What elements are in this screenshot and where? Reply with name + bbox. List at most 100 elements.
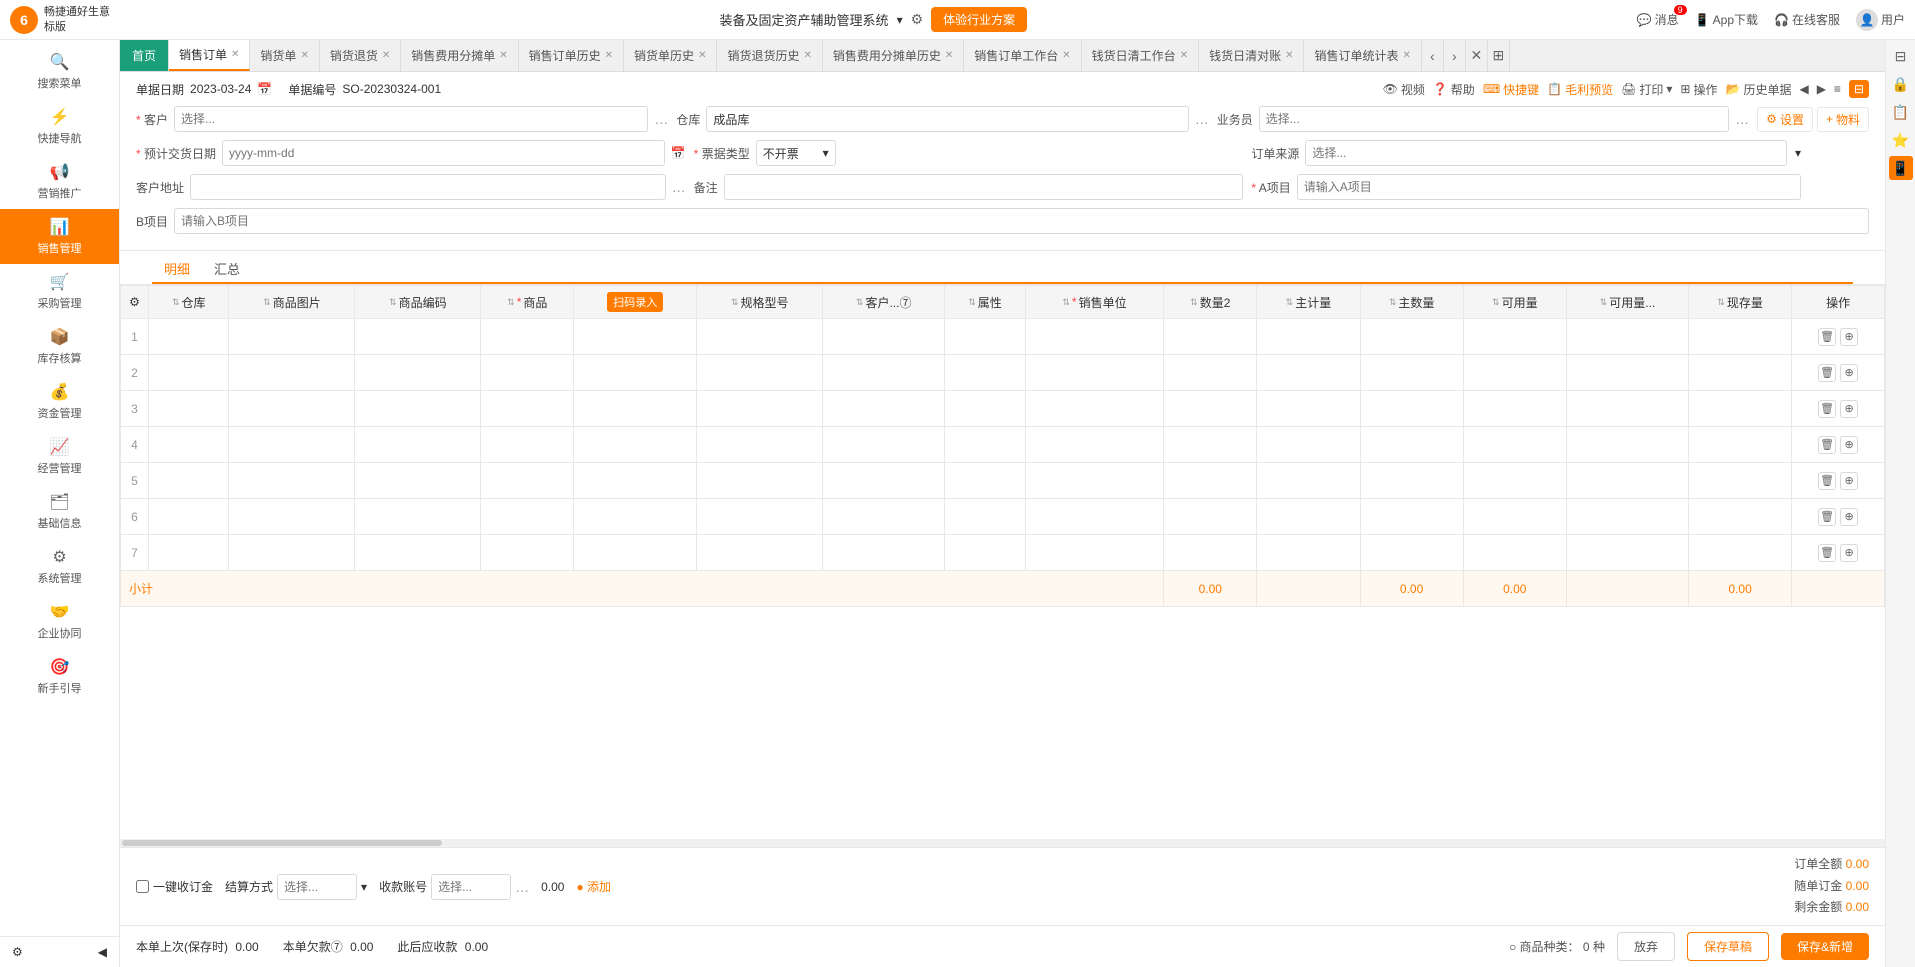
row4-name[interactable] bbox=[481, 427, 574, 463]
row6-scan[interactable] bbox=[574, 499, 697, 535]
row7-munit[interactable] bbox=[1257, 535, 1360, 571]
th-main-unit[interactable]: ⇅ 主计量 bbox=[1257, 286, 1360, 319]
right-icon-4[interactable]: ⭐ bbox=[1889, 128, 1913, 152]
row4-scan[interactable] bbox=[574, 427, 697, 463]
calendar-icon[interactable]: 📅 bbox=[257, 82, 272, 96]
tab-close-daily-workbench[interactable]: ✕ bbox=[1180, 50, 1188, 61]
scan-btn[interactable]: 扫码录入 bbox=[607, 292, 663, 312]
row3-mqty[interactable] bbox=[1360, 391, 1463, 427]
sidebar-item-basic[interactable]: 🗂 基础信息 bbox=[0, 484, 119, 539]
row1-code[interactable] bbox=[355, 319, 481, 355]
row3-munit[interactable] bbox=[1257, 391, 1360, 427]
customer-dots[interactable]: … bbox=[654, 111, 668, 127]
th-settings[interactable]: ⚙ bbox=[121, 286, 149, 319]
history-btn[interactable]: 📂 历史单据 bbox=[1725, 81, 1791, 98]
row4-spec[interactable] bbox=[697, 427, 823, 463]
row6-spec[interactable] bbox=[697, 499, 823, 535]
row6-munit[interactable] bbox=[1257, 499, 1360, 535]
th-code[interactable]: ⇅ 商品编码 bbox=[355, 286, 481, 319]
account-dots[interactable]: … bbox=[515, 879, 529, 895]
tab-close-order-history[interactable]: ✕ bbox=[605, 50, 613, 61]
th-stock[interactable]: ⇅ 现存量 bbox=[1688, 286, 1791, 319]
row6-code[interactable] bbox=[355, 499, 481, 535]
row5-scan[interactable] bbox=[574, 463, 697, 499]
row3-spec[interactable] bbox=[697, 391, 823, 427]
row7-avail[interactable] bbox=[1463, 535, 1566, 571]
tab-close-expense-history[interactable]: ✕ bbox=[945, 50, 953, 61]
th-image[interactable]: ⇅ 商品图片 bbox=[229, 286, 355, 319]
tab-next-btn[interactable]: › bbox=[1444, 40, 1466, 71]
ops-btn[interactable]: ⊞ 操作 bbox=[1680, 81, 1717, 98]
row4-attr[interactable] bbox=[945, 427, 1025, 463]
row7-qty2[interactable] bbox=[1164, 535, 1257, 571]
row1-stock[interactable] bbox=[1688, 319, 1791, 355]
b-project-input[interactable] bbox=[174, 208, 1869, 234]
tab-expense-history[interactable]: 销售费用分摊单历史 ✕ bbox=[823, 40, 964, 71]
row3-ccode[interactable] bbox=[823, 391, 945, 427]
row5-munit[interactable] bbox=[1257, 463, 1360, 499]
a-project-input[interactable] bbox=[1297, 174, 1801, 200]
row6-image[interactable] bbox=[229, 499, 355, 535]
row3-unit[interactable] bbox=[1025, 391, 1164, 427]
staff-dots[interactable]: … bbox=[1735, 111, 1749, 127]
row5-unit[interactable] bbox=[1025, 463, 1164, 499]
sidebar-item-inventory[interactable]: 📦 库存核算 bbox=[0, 319, 119, 374]
print-dropdown-icon[interactable]: ▾ bbox=[1666, 82, 1672, 96]
row4-warehouse[interactable] bbox=[149, 427, 229, 463]
settings-gear-icon[interactable]: ⚙ bbox=[12, 945, 23, 959]
row7-copy-btn[interactable]: ⊕ bbox=[1840, 544, 1858, 562]
row2-warehouse[interactable] bbox=[149, 355, 229, 391]
row4-avail2[interactable] bbox=[1566, 427, 1688, 463]
sidebar-item-finance[interactable]: 💰 资金管理 bbox=[0, 374, 119, 429]
row7-image[interactable] bbox=[229, 535, 355, 571]
row5-mqty[interactable] bbox=[1360, 463, 1463, 499]
row4-delete-btn[interactable]: 🗑 bbox=[1818, 436, 1836, 454]
scrollbar-thumb[interactable] bbox=[122, 840, 442, 846]
tab-sales-order[interactable]: 销售订单 ✕ bbox=[169, 40, 250, 71]
tab-order-history[interactable]: 销售订单历史 ✕ bbox=[519, 40, 624, 71]
tab-sales-invoice[interactable]: 销货单 ✕ bbox=[250, 40, 319, 71]
tab-return[interactable]: 销货退货 ✕ bbox=[320, 40, 401, 71]
th-qty2[interactable]: ⇅ 数量2 bbox=[1164, 286, 1257, 319]
th-name[interactable]: ⇅ * 商品 bbox=[481, 286, 574, 319]
right-icon-5[interactable]: 📱 bbox=[1889, 156, 1913, 180]
tab-close-return-history[interactable]: ✕ bbox=[803, 50, 811, 61]
tab-daily-workbench[interactable]: 钱货日清工作台 ✕ bbox=[1082, 40, 1199, 71]
row7-code[interactable] bbox=[355, 535, 481, 571]
row1-munit[interactable] bbox=[1257, 319, 1360, 355]
row5-warehouse[interactable] bbox=[149, 463, 229, 499]
row6-copy-btn[interactable]: ⊕ bbox=[1840, 508, 1858, 526]
row3-warehouse[interactable] bbox=[149, 391, 229, 427]
row7-spec[interactable] bbox=[697, 535, 823, 571]
row4-avail[interactable] bbox=[1463, 427, 1566, 463]
th-available2[interactable]: ⇅ 可用量... bbox=[1566, 286, 1688, 319]
row7-warehouse[interactable] bbox=[149, 535, 229, 571]
invoice-type-select[interactable]: 不开票 ▾ bbox=[756, 140, 836, 166]
help-btn[interactable]: ❓ 帮助 bbox=[1433, 81, 1475, 98]
row2-munit[interactable] bbox=[1257, 355, 1360, 391]
row6-attr[interactable] bbox=[945, 499, 1025, 535]
right-icon-2[interactable]: 🔒 bbox=[1889, 72, 1913, 96]
row1-copy-btn[interactable]: ⊕ bbox=[1840, 328, 1858, 346]
sidebar-item-collaboration[interactable]: 🤝 企业协同 bbox=[0, 594, 119, 649]
row1-mqty[interactable] bbox=[1360, 319, 1463, 355]
row1-avail2[interactable] bbox=[1566, 319, 1688, 355]
row5-stock[interactable] bbox=[1688, 463, 1791, 499]
sidebar-item-nav[interactable]: ⚡ 快捷导航 bbox=[0, 99, 119, 154]
tab-close-all-btn[interactable]: ✕ bbox=[1466, 40, 1488, 71]
row2-delete-btn[interactable]: 🗑 bbox=[1818, 364, 1836, 382]
th-warehouse[interactable]: ⇅ 仓库 bbox=[149, 286, 229, 319]
quick-payment-checkbox-label[interactable]: 一键收订金 bbox=[136, 878, 213, 895]
row3-copy-btn[interactable]: ⊕ bbox=[1840, 400, 1858, 418]
row2-avail[interactable] bbox=[1463, 355, 1566, 391]
tab-daily-reconcile[interactable]: 钱货日清对账 ✕ bbox=[1199, 40, 1304, 71]
row4-stock[interactable] bbox=[1688, 427, 1791, 463]
row1-unit[interactable] bbox=[1025, 319, 1164, 355]
settings-icon[interactable]: ⚙ bbox=[911, 11, 924, 28]
online-service-btn[interactable]: 🎧 在线客服 bbox=[1774, 11, 1840, 28]
quick-payment-checkbox[interactable] bbox=[136, 880, 149, 893]
row5-qty2[interactable] bbox=[1164, 463, 1257, 499]
tab-order-workbench[interactable]: 销售订单工作台 ✕ bbox=[964, 40, 1081, 71]
sidebar-item-marketing[interactable]: 📢 营销推广 bbox=[0, 154, 119, 209]
print-btn[interactable]: 🖨 打印 ▾ bbox=[1621, 81, 1672, 98]
